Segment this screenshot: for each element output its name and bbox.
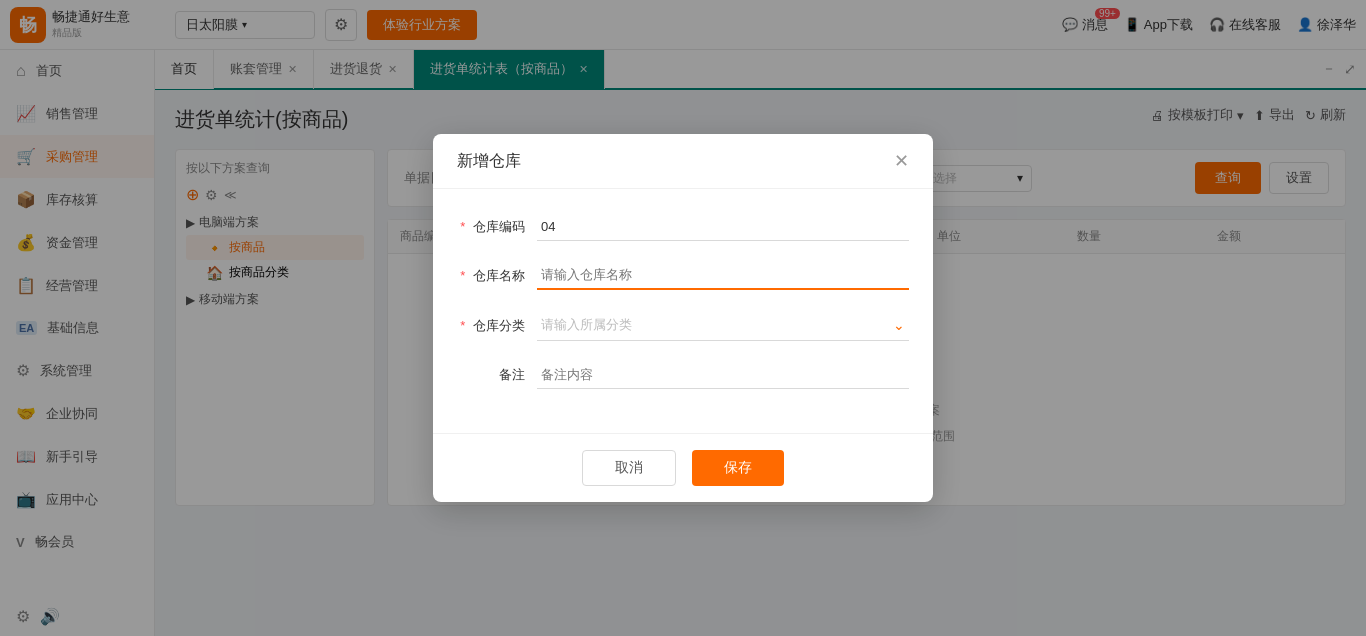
modal-header: 新增仓库 ✕ bbox=[433, 134, 933, 189]
modal-close-button[interactable]: ✕ bbox=[894, 150, 909, 172]
save-button[interactable]: 保存 bbox=[692, 450, 784, 486]
form-row-name: * 仓库名称 bbox=[457, 261, 909, 290]
new-warehouse-modal: 新增仓库 ✕ * 仓库编码 * 仓库名称 bbox=[433, 134, 933, 502]
category-select[interactable]: 请输入所属分类 ⌄ bbox=[537, 310, 909, 341]
code-label: * 仓库编码 bbox=[457, 218, 537, 236]
cancel-button[interactable]: 取消 bbox=[582, 450, 676, 486]
form-row-code: * 仓库编码 bbox=[457, 213, 909, 241]
modal-footer: 取消 保存 bbox=[433, 433, 933, 502]
remark-label: 备注 bbox=[457, 366, 537, 384]
warehouse-code-input[interactable] bbox=[537, 213, 909, 241]
form-row-remark: 备注 bbox=[457, 361, 909, 389]
name-label: * 仓库名称 bbox=[457, 267, 537, 285]
category-select-arrow: ⌄ bbox=[893, 317, 905, 333]
category-label: * 仓库分类 bbox=[457, 317, 537, 335]
modal-body: * 仓库编码 * 仓库名称 * 仓库分类 请输入所属 bbox=[433, 189, 933, 433]
remark-input[interactable] bbox=[537, 361, 909, 389]
modal-overlay: 新增仓库 ✕ * 仓库编码 * 仓库名称 bbox=[0, 0, 1366, 636]
modal-title: 新增仓库 bbox=[457, 151, 521, 172]
form-row-category: * 仓库分类 请输入所属分类 ⌄ bbox=[457, 310, 909, 341]
warehouse-name-input[interactable] bbox=[537, 261, 909, 290]
